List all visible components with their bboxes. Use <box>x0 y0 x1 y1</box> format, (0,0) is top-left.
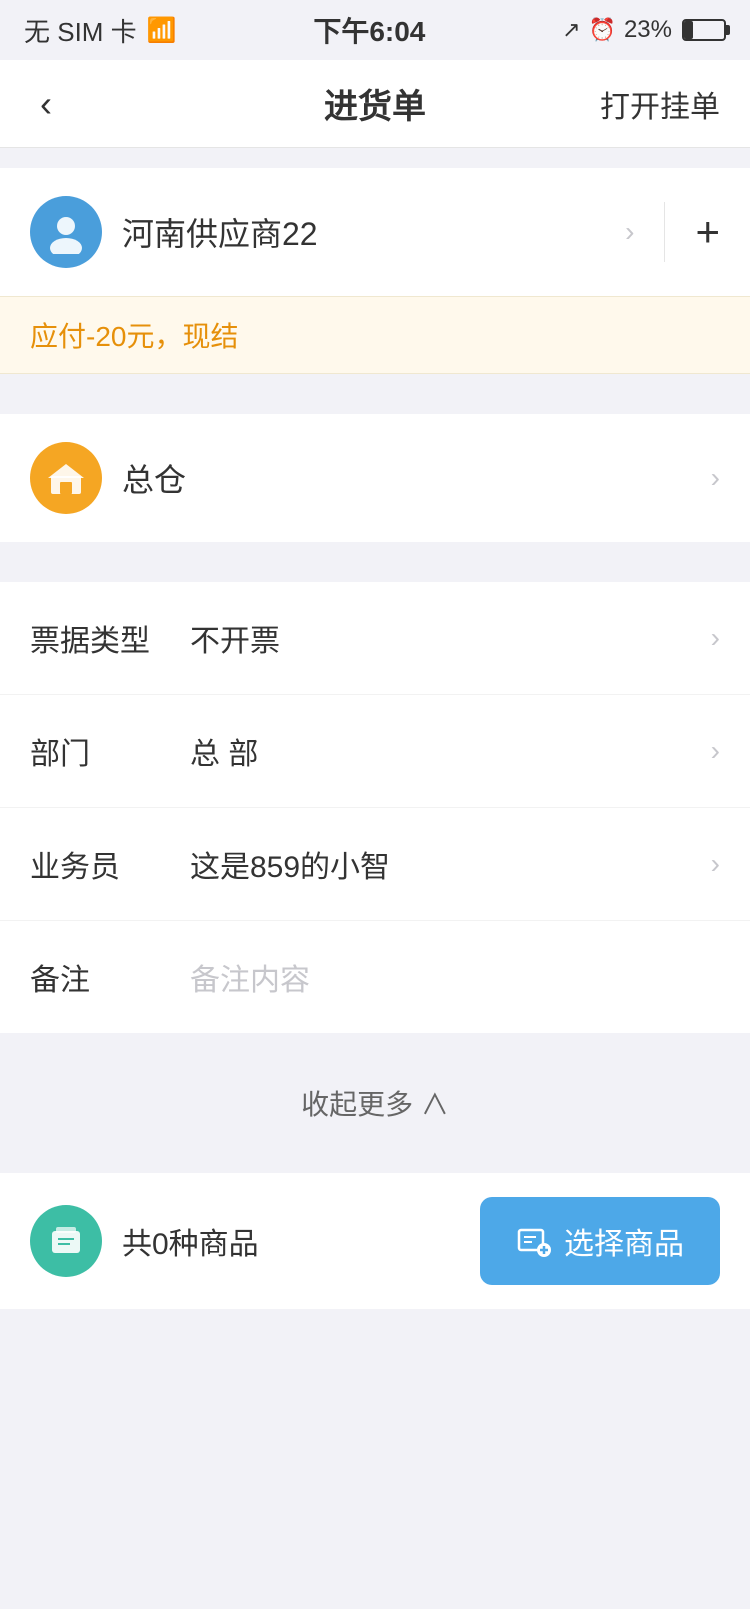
carrier-label: 无 SIM 卡 <box>24 12 137 49</box>
select-product-label: 选择商品 <box>564 1219 684 1263</box>
supplier-card: 河南供应商22 › + 应付-20元，现结 <box>0 168 750 374</box>
supplier-chevron-icon: › <box>625 216 634 248</box>
status-left: 无 SIM 卡 📶 <box>24 12 177 49</box>
section-gap-2 <box>0 374 750 394</box>
remark-row[interactable]: 备注 备注内容 <box>0 921 750 1033</box>
status-right: ↗ ⏰ 23% <box>562 16 726 44</box>
salesperson-label: 业务员 <box>30 842 170 886</box>
warehouse-icon <box>30 442 102 514</box>
back-button[interactable]: ‹ <box>30 73 62 135</box>
page-title: 进货单 <box>324 79 426 128</box>
department-row[interactable]: 部门 总 部 › <box>0 695 750 808</box>
location-icon: ↗ <box>562 17 580 43</box>
warehouse-chevron-icon: › <box>711 462 720 494</box>
department-label: 部门 <box>30 729 170 773</box>
status-bar: 无 SIM 卡 📶 下午6:04 ↗ ⏰ 23% <box>0 0 750 60</box>
status-time: 下午6:04 <box>313 10 425 50</box>
invoice-type-label: 票据类型 <box>30 616 170 660</box>
nav-bar: ‹ 进货单 打开挂单 <box>0 60 750 148</box>
section-gap-1 <box>0 148 750 168</box>
supplier-row[interactable]: 河南供应商22 › + <box>0 168 750 296</box>
remark-label: 备注 <box>30 955 170 999</box>
battery-percent: 23% <box>624 16 672 44</box>
warehouse-row[interactable]: 总仓 › <box>0 414 750 542</box>
form-section: 票据类型 不开票 › 部门 总 部 › 业务员 这是859的小智 › 备注 备注… <box>0 582 750 1033</box>
bottom-bar: 共0种商品 选择商品 <box>0 1173 750 1309</box>
salesperson-row[interactable]: 业务员 这是859的小智 › <box>0 808 750 921</box>
invoice-type-value: 不开票 <box>170 616 711 660</box>
notice-banner: 应付-20元，现结 <box>0 296 750 374</box>
supplier-avatar <box>30 196 102 268</box>
warehouse-card: 总仓 › <box>0 414 750 542</box>
battery-icon <box>682 19 726 41</box>
section-gap-3 <box>0 542 750 562</box>
supplier-divider <box>664 202 665 262</box>
salesperson-value: 这是859的小智 <box>170 842 711 886</box>
salesperson-chevron-icon: › <box>711 848 720 880</box>
product-icon <box>30 1205 102 1277</box>
alarm-icon: ⏰ <box>589 17 616 43</box>
warehouse-name: 总仓 <box>122 455 711 501</box>
collapse-button[interactable]: 收起更多 ∧ <box>0 1053 750 1153</box>
invoice-chevron-icon: › <box>711 622 720 654</box>
product-count: 共0种商品 <box>122 1219 480 1263</box>
department-value: 总 部 <box>170 729 711 773</box>
page-rest <box>0 1309 750 1609</box>
wifi-icon: 📶 <box>147 16 177 45</box>
select-product-button[interactable]: 选择商品 <box>480 1197 720 1285</box>
remark-value[interactable]: 备注内容 <box>170 955 720 999</box>
add-supplier-button[interactable]: + <box>695 208 720 256</box>
open-pending-button[interactable]: 打开挂单 <box>600 82 720 126</box>
supplier-name: 河南供应商22 <box>122 209 625 255</box>
department-chevron-icon: › <box>711 735 720 767</box>
invoice-type-row[interactable]: 票据类型 不开票 › <box>0 582 750 695</box>
